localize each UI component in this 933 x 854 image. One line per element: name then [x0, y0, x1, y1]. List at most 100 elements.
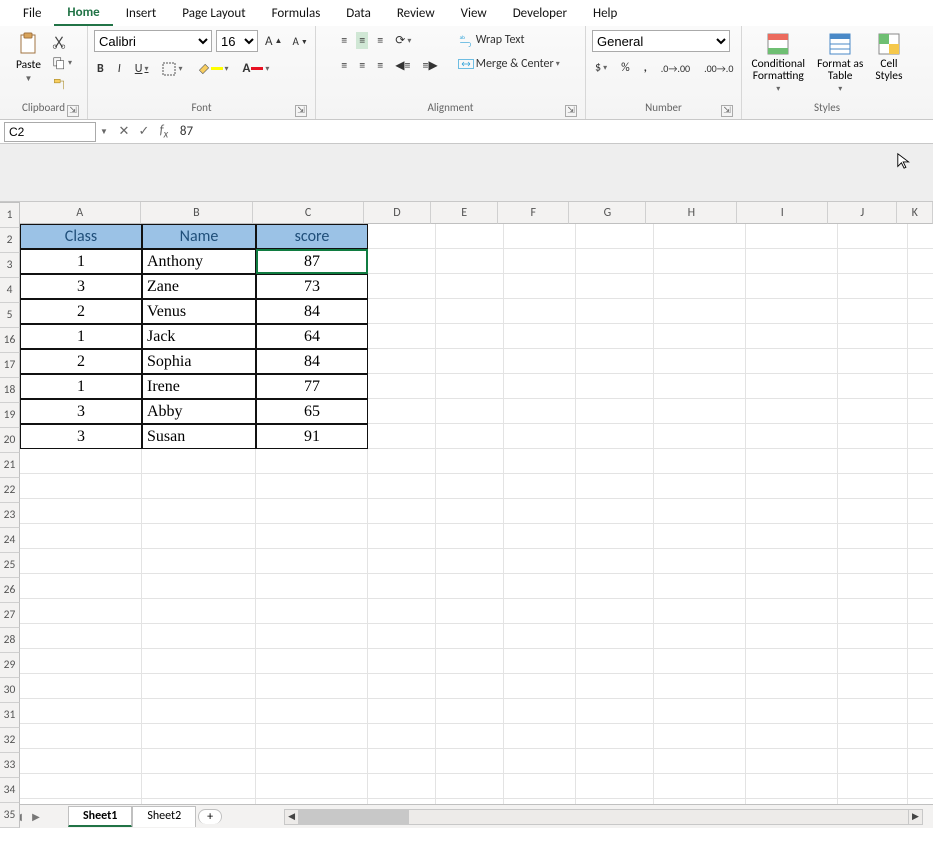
comma-format-button[interactable]: ,	[641, 60, 650, 76]
column-header-J[interactable]: J	[828, 202, 897, 224]
cell-G19[interactable]	[576, 424, 654, 449]
borders-button[interactable]: ▾	[159, 61, 185, 77]
align-center-button[interactable]: ≡	[356, 57, 368, 74]
cell-E31[interactable]	[436, 724, 504, 749]
cell-A19[interactable]: 3	[20, 424, 142, 449]
cell-H24[interactable]	[654, 549, 746, 574]
cell-G21[interactable]	[576, 474, 654, 499]
cell-D1[interactable]	[368, 224, 436, 249]
cell-C28[interactable]	[256, 649, 368, 674]
cell-F22[interactable]	[504, 499, 576, 524]
cell-K34[interactable]	[908, 799, 933, 804]
cell-H20[interactable]	[654, 449, 746, 474]
row-header-16[interactable]: 16	[0, 328, 20, 353]
cell-E24[interactable]	[436, 549, 504, 574]
cell-A17[interactable]: 1	[20, 374, 142, 399]
cell-H28[interactable]	[654, 649, 746, 674]
cell-D31[interactable]	[368, 724, 436, 749]
cell-I33[interactable]	[746, 774, 838, 799]
cell-A16[interactable]: 2	[20, 349, 142, 374]
cell-J31[interactable]	[838, 724, 908, 749]
sheet-nav-next[interactable]: ▶	[28, 810, 44, 823]
cell-A34[interactable]	[20, 799, 142, 804]
align-bottom-button[interactable]: ≡	[374, 32, 386, 49]
cell-B28[interactable]	[142, 649, 256, 674]
cell-H18[interactable]	[654, 399, 746, 424]
cut-button[interactable]	[49, 34, 75, 50]
cell-E25[interactable]	[436, 574, 504, 599]
cell-A4[interactable]: 2	[20, 299, 142, 324]
cell-F31[interactable]	[504, 724, 576, 749]
cell-C27[interactable]	[256, 624, 368, 649]
cell-I1[interactable]	[746, 224, 838, 249]
menu-formulas[interactable]: Formulas	[259, 2, 334, 25]
cell-I21[interactable]	[746, 474, 838, 499]
cell-E28[interactable]	[436, 649, 504, 674]
number-dialog-launcher[interactable]: ⇲	[721, 105, 733, 117]
name-box-dropdown[interactable]: ▼	[100, 127, 108, 137]
column-header-F[interactable]: F	[498, 202, 569, 224]
cell-J20[interactable]	[838, 449, 908, 474]
cell-I25[interactable]	[746, 574, 838, 599]
cell-D21[interactable]	[368, 474, 436, 499]
cell-J3[interactable]	[838, 274, 908, 299]
row-header-2[interactable]: 2	[0, 228, 20, 253]
formula-input[interactable]: 87	[174, 124, 933, 139]
cell-I31[interactable]	[746, 724, 838, 749]
cell-D4[interactable]	[368, 299, 436, 324]
clipboard-dialog-launcher[interactable]: ⇲	[67, 105, 79, 117]
menu-view[interactable]: View	[448, 2, 500, 25]
cell-J28[interactable]	[838, 649, 908, 674]
cell-C17[interactable]: 77	[256, 374, 368, 399]
cell-H32[interactable]	[654, 749, 746, 774]
cell-A18[interactable]: 3	[20, 399, 142, 424]
row-header-21[interactable]: 21	[0, 453, 20, 478]
cell-I17[interactable]	[746, 374, 838, 399]
cell-A21[interactable]	[20, 474, 142, 499]
row-header-32[interactable]: 32	[0, 728, 20, 753]
row-header-23[interactable]: 23	[0, 503, 20, 528]
cell-J32[interactable]	[838, 749, 908, 774]
cell-C19[interactable]: 91	[256, 424, 368, 449]
cell-C34[interactable]	[256, 799, 368, 804]
cell-J29[interactable]	[838, 674, 908, 699]
cell-C18[interactable]: 65	[256, 399, 368, 424]
cell-H22[interactable]	[654, 499, 746, 524]
cell-A27[interactable]	[20, 624, 142, 649]
cell-I34[interactable]	[746, 799, 838, 804]
cell-K17[interactable]	[908, 374, 933, 399]
cell-A26[interactable]	[20, 599, 142, 624]
cell-E1[interactable]	[436, 224, 504, 249]
cell-E34[interactable]	[436, 799, 504, 804]
italic-button[interactable]: I	[115, 61, 124, 77]
cell-K28[interactable]	[908, 649, 933, 674]
cell-F5[interactable]	[504, 324, 576, 349]
cell-D32[interactable]	[368, 749, 436, 774]
fx-button[interactable]: fx	[154, 123, 174, 141]
cell-K27[interactable]	[908, 624, 933, 649]
cell-D2[interactable]	[368, 249, 436, 274]
menu-file[interactable]: File	[10, 2, 54, 25]
cell-E29[interactable]	[436, 674, 504, 699]
cell-C26[interactable]	[256, 599, 368, 624]
cell-B24[interactable]	[142, 549, 256, 574]
cell-G3[interactable]	[576, 274, 654, 299]
row-header-28[interactable]: 28	[0, 628, 20, 653]
row-header-22[interactable]: 22	[0, 478, 20, 503]
row-header-1[interactable]: 1	[0, 203, 20, 228]
cell-D33[interactable]	[368, 774, 436, 799]
cell-G34[interactable]	[576, 799, 654, 804]
cell-H3[interactable]	[654, 274, 746, 299]
cell-A20[interactable]	[20, 449, 142, 474]
cell-E16[interactable]	[436, 349, 504, 374]
cell-J26[interactable]	[838, 599, 908, 624]
cell-D17[interactable]	[368, 374, 436, 399]
cell-H23[interactable]	[654, 524, 746, 549]
cell-F20[interactable]	[504, 449, 576, 474]
add-sheet-button[interactable]: +	[198, 809, 222, 824]
cell-F1[interactable]	[504, 224, 576, 249]
cell-J22[interactable]	[838, 499, 908, 524]
row-header-30[interactable]: 30	[0, 678, 20, 703]
cell-C29[interactable]	[256, 674, 368, 699]
cell-G26[interactable]	[576, 599, 654, 624]
